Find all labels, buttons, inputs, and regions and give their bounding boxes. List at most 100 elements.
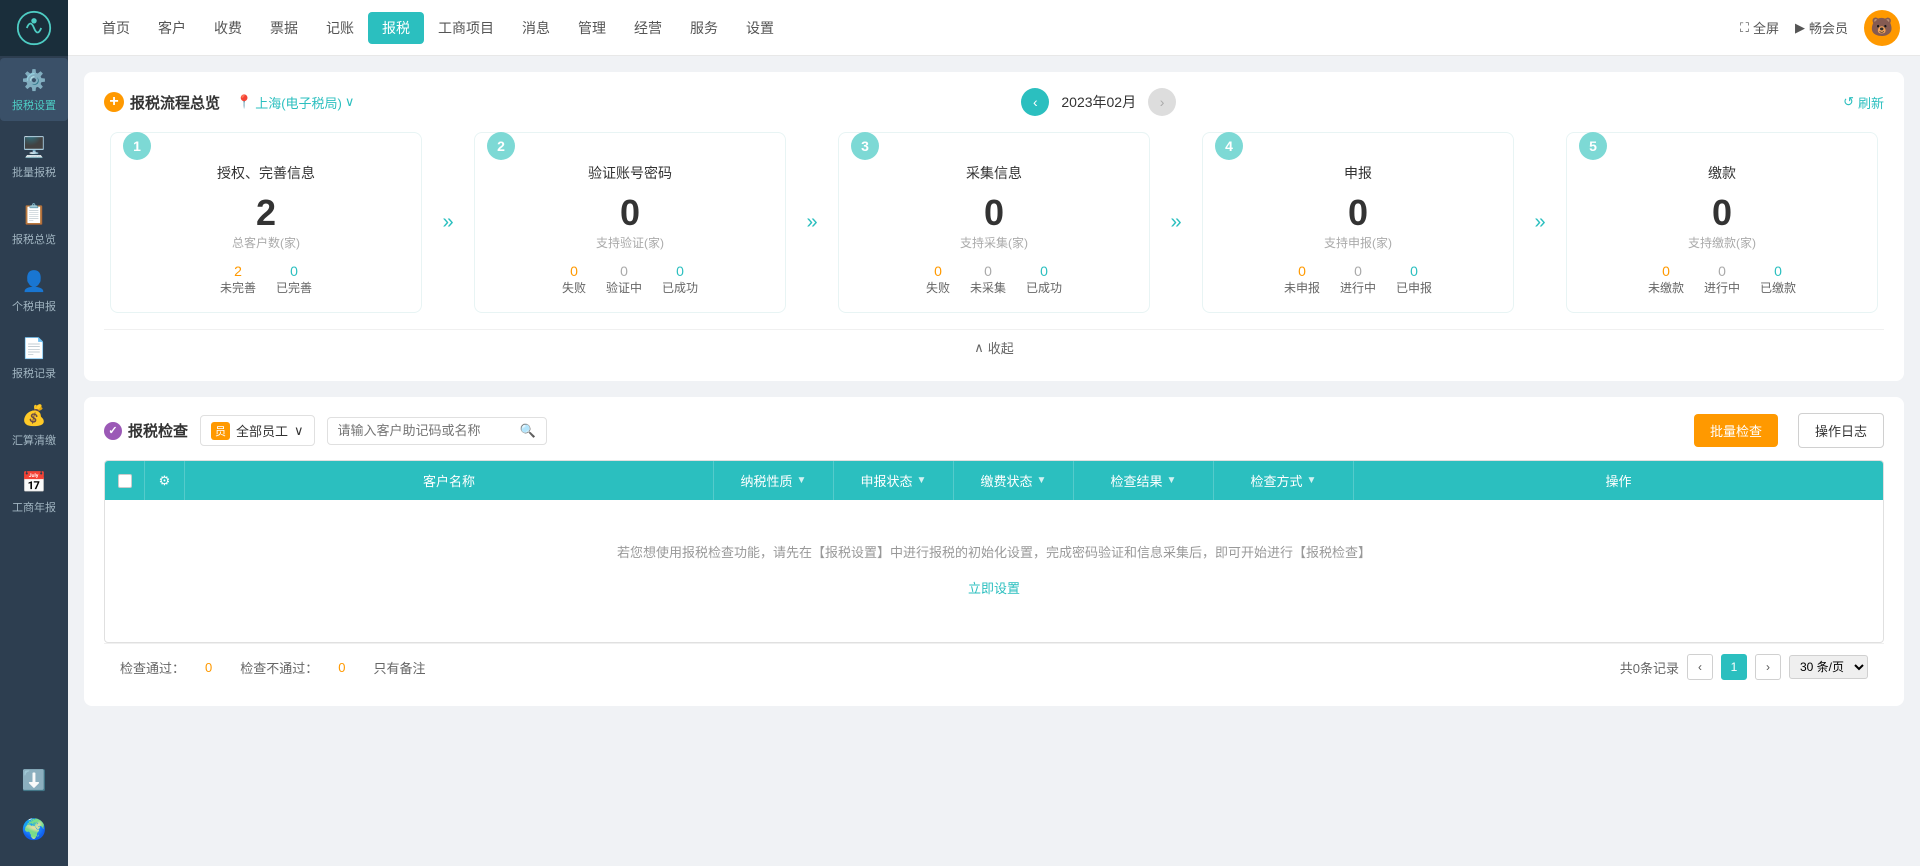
- sidebar: ⚙️ 报税设置 🖥️ 批量报税 📋 报税总览 👤 个税申报 📄 报税记录 💰 汇…: [0, 0, 68, 866]
- step-3-card: 3 采集信息 0 支持采集(家) 0 失败 0 未采集: [838, 132, 1150, 313]
- arrow-1-2: »: [428, 132, 468, 313]
- step-4-stat-1-val: 0: [1340, 263, 1376, 279]
- sidebar-item-personal-tax[interactable]: 👤 个税申报: [0, 259, 68, 322]
- filter-icon-payment[interactable]: ▼: [1037, 475, 1047, 486]
- collapse-icon: ∧: [974, 340, 984, 356]
- tax-check-header: ✓ 报税检查 员 全部员工 ∨ 🔍 批量检查 操作日志: [104, 413, 1884, 448]
- step-1-stat-1: 0 已完善: [276, 263, 312, 296]
- header-checkbox[interactable]: [118, 474, 132, 488]
- sidebar-item-globe[interactable]: 🌍: [0, 807, 68, 854]
- step-3-stat-1: 0 未采集: [970, 263, 1006, 296]
- page-1-button[interactable]: 1: [1721, 654, 1747, 680]
- steps-container: 1 授权、完善信息 2 总客户数(家) 2 未完善 0 已完善: [104, 132, 1884, 313]
- vip-button[interactable]: ▶ 畅会员: [1795, 18, 1848, 37]
- next-page-button[interactable]: ›: [1755, 654, 1781, 680]
- refresh-button[interactable]: ↺ 刷新: [1843, 93, 1884, 112]
- step-5-stat-0: 0 未缴款: [1648, 263, 1684, 296]
- step-4-stats: 0 未申报 0 进行中 0 已申报: [1219, 263, 1497, 296]
- next-month-button[interactable]: ›: [1148, 88, 1176, 116]
- search-input[interactable]: [338, 423, 514, 438]
- settings-icon[interactable]: ⚙: [159, 473, 171, 489]
- top-nav-right: ⛶ 全屏 ▶ 畅会员 🐻: [1740, 10, 1900, 46]
- pass-count[interactable]: 0: [205, 660, 212, 675]
- filter-icon-method[interactable]: ▼: [1307, 475, 1317, 486]
- tax-record-icon: 📄: [22, 336, 47, 361]
- sidebar-item-tax-settings[interactable]: ⚙️ 报税设置: [0, 58, 68, 121]
- page-size-selector[interactable]: 30 条/页: [1789, 655, 1868, 679]
- staff-selector[interactable]: 员 全部员工 ∨: [200, 415, 315, 446]
- th-settings: ⚙: [145, 461, 185, 500]
- sidebar-item-download[interactable]: ⬇️: [0, 758, 68, 805]
- nav-item-message[interactable]: 消息: [508, 12, 564, 44]
- nav-item-operation[interactable]: 经营: [620, 12, 676, 44]
- th-tax-nature: 纳税性质 ▼: [714, 461, 834, 500]
- table-header: ⚙ 客户名称 纳税性质 ▼ 申报状态 ▼ 缴费状态 ▼: [105, 461, 1883, 500]
- tax-bureau-selector[interactable]: 📍 上海(电子税局) ∨: [236, 93, 354, 112]
- logo[interactable]: [0, 0, 68, 56]
- step-3-stat-2-label: 已成功: [1026, 279, 1062, 296]
- filter-icon-declare[interactable]: ▼: [917, 475, 927, 486]
- step-5-stat-0-label: 未缴款: [1648, 279, 1684, 296]
- nav-item-invoice[interactable]: 票据: [256, 12, 312, 44]
- nav-item-home[interactable]: 首页: [88, 12, 144, 44]
- vip-icon: ▶: [1795, 20, 1805, 36]
- nav-item-manage[interactable]: 管理: [564, 12, 620, 44]
- step-4-stat-0: 0 未申报: [1284, 263, 1320, 296]
- prev-month-button[interactable]: ‹: [1021, 88, 1049, 116]
- sidebar-item-clearance[interactable]: 💰 汇算清缴: [0, 393, 68, 456]
- fail-count[interactable]: 0: [338, 660, 345, 675]
- step-1-stat-0: 2 未完善: [220, 263, 256, 296]
- step-3-count: 0: [855, 191, 1133, 234]
- th-checkbox: [105, 461, 145, 500]
- prev-page-button[interactable]: ‹: [1687, 654, 1713, 680]
- staff-icon: 员: [211, 422, 230, 440]
- avatar[interactable]: 🐻: [1864, 10, 1900, 46]
- search-icon[interactable]: 🔍: [520, 423, 536, 439]
- step-3-stats: 0 失败 0 未采集 0 已成功: [855, 263, 1133, 296]
- process-header: + 报税流程总览 📍 上海(电子税局) ∨ ‹ 2023年02月 › ↺ 刷新: [104, 88, 1884, 116]
- sidebar-bottom: ⬇️ 🌍: [0, 756, 68, 866]
- filter-icon-tax-nature[interactable]: ▼: [797, 475, 807, 486]
- step-5-stat-2-label: 已缴款: [1760, 279, 1796, 296]
- nav-item-client[interactable]: 客户: [144, 12, 200, 44]
- batch-check-button[interactable]: 批量检查: [1694, 414, 1778, 447]
- staff-chevron-icon: ∨: [294, 423, 304, 439]
- collapse-button[interactable]: ∧ 收起: [104, 329, 1884, 365]
- nav-item-tax[interactable]: 报税: [368, 12, 424, 44]
- step-4-stat-2: 0 已申报: [1396, 263, 1432, 296]
- clearance-icon: 💰: [22, 403, 47, 428]
- table-empty-message: 若您想使用报税检查功能，请先在【报税设置】中进行报税的初始化设置，完成密码验证和…: [105, 500, 1883, 642]
- nav-item-business[interactable]: 工商项目: [424, 12, 508, 44]
- step-3-stat-0-val: 0: [926, 263, 950, 279]
- tax-check-title: ✓ 报税检查: [104, 420, 188, 441]
- avatar-icon: 🐻: [1871, 17, 1893, 38]
- operation-log-button[interactable]: 操作日志: [1798, 413, 1884, 448]
- search-box[interactable]: 🔍: [327, 417, 547, 445]
- check-circle-icon: ✓: [104, 422, 122, 440]
- step-4-stat-1-label: 进行中: [1340, 279, 1376, 296]
- step-5-stat-2: 0 已缴款: [1760, 263, 1796, 296]
- sidebar-item-tax-record[interactable]: 📄 报税记录: [0, 326, 68, 389]
- th-check-result: 检查结果 ▼: [1074, 461, 1214, 500]
- filter-icon-result[interactable]: ▼: [1167, 475, 1177, 486]
- tax-check-table: ⚙ 客户名称 纳税性质 ▼ 申报状态 ▼ 缴费状态 ▼: [104, 460, 1884, 643]
- step-3-title: 采集信息: [855, 163, 1133, 183]
- step-1-stat-0-label: 未完善: [220, 279, 256, 296]
- step-2-stat-1: 0 验证中: [606, 263, 642, 296]
- top-nav: 首页 客户 收费 票据 记账 报税 工商项目 消息 管理 经营 服务 设置 ⛶ …: [68, 0, 1920, 56]
- th-declare-status: 申报状态 ▼: [834, 461, 954, 500]
- nav-item-accounting[interactable]: 记账: [312, 12, 368, 44]
- nav-item-service[interactable]: 服务: [676, 12, 732, 44]
- step-1-card: 1 授权、完善信息 2 总客户数(家) 2 未完善 0 已完善: [110, 132, 422, 313]
- step-3-stat-0: 0 失败: [926, 263, 950, 296]
- fullscreen-button[interactable]: ⛶ 全屏: [1740, 18, 1779, 37]
- arrow-4-5: »: [1520, 132, 1560, 313]
- setup-link[interactable]: 立即设置: [968, 581, 1020, 596]
- nav-item-fee[interactable]: 收费: [200, 12, 256, 44]
- sidebar-item-tax-overview[interactable]: 📋 报税总览: [0, 192, 68, 255]
- sidebar-item-batch-tax[interactable]: 🖥️ 批量报税: [0, 125, 68, 188]
- nav-item-settings[interactable]: 设置: [732, 12, 788, 44]
- sidebar-item-annual-report[interactable]: 📅 工商年报: [0, 460, 68, 523]
- step-5-stat-1-val: 0: [1704, 263, 1740, 279]
- step-1-stat-1-label: 已完善: [276, 279, 312, 296]
